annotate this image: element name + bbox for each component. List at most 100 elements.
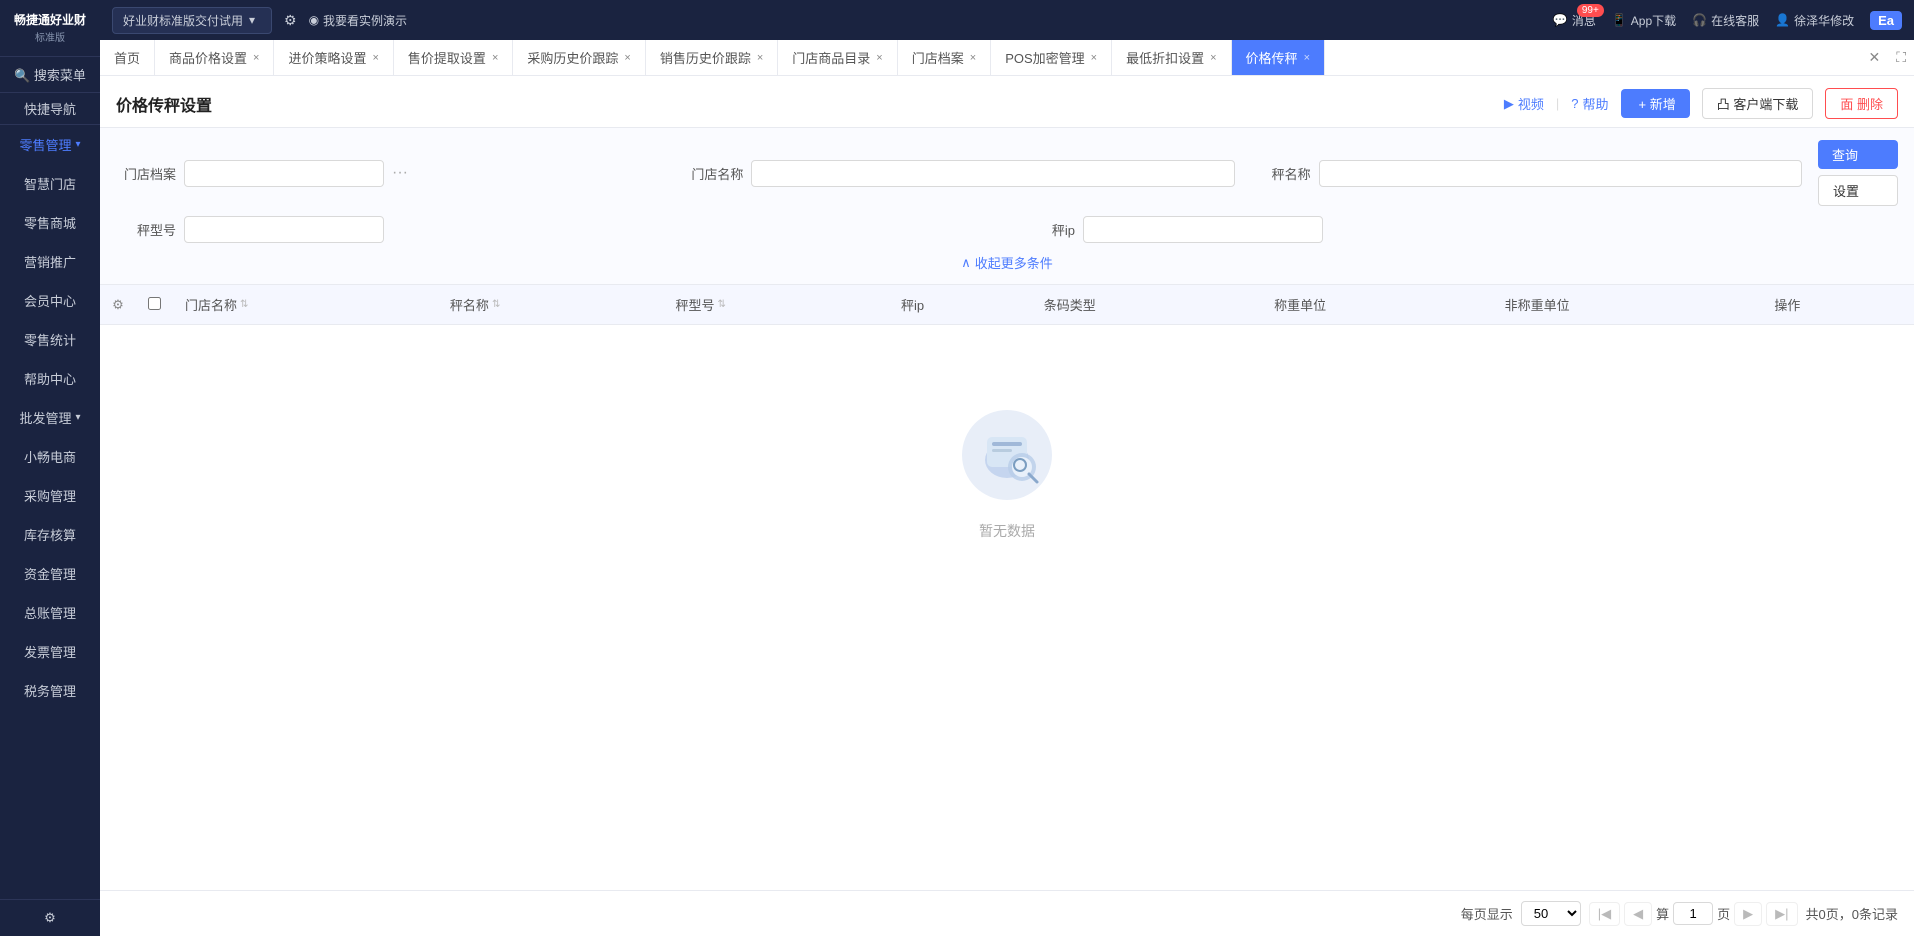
sidebar-item-5[interactable]: 零售统计: [0, 320, 100, 359]
sidebar-settings-btn[interactable]: ⚙: [0, 899, 100, 936]
collapse-btn[interactable]: ∧ 收起更多条件: [116, 253, 1898, 272]
tab-items: 首页商品价格设置×进价策略设置×售价提取设置×采购历史价跟踪×销售历史价跟踪×门…: [100, 40, 1860, 76]
tab-close-btn[interactable]: ×: [757, 52, 763, 64]
sidebar-item-12[interactable]: 总账管理: [0, 593, 100, 632]
tab-0[interactable]: 首页: [100, 40, 155, 76]
topbar-demo-btn[interactable]: ◉ 我要看实例演示: [309, 12, 408, 29]
topbar-settings-btn[interactable]: ⚙: [284, 12, 297, 29]
tab-9[interactable]: 最低折扣设置×: [1112, 40, 1231, 76]
tab-1[interactable]: 商品价格设置×: [155, 40, 274, 76]
scale-ip-input[interactable]: [1083, 216, 1323, 243]
tab-10[interactable]: 价格传秤×: [1232, 40, 1325, 76]
scale-ip-label: 秤ip: [1015, 220, 1075, 239]
tab-close-btn[interactable]: ×: [1091, 52, 1097, 64]
logo-title: 畅捷通好业财: [8, 12, 92, 29]
sidebar-item-6[interactable]: 帮助中心: [0, 359, 100, 398]
sidebar-item-11[interactable]: 资金管理: [0, 554, 100, 593]
sidebar-item-10[interactable]: 库存核算: [0, 515, 100, 554]
tab-label: 销售历史价跟踪: [660, 48, 751, 67]
more-options-icon[interactable]: ···: [392, 164, 408, 182]
page-input[interactable]: [1673, 902, 1713, 925]
filter-area: 门店档案 ··· 门店名称 秤名称 查询 设置: [100, 128, 1914, 285]
scale-model-input[interactable]: [184, 216, 384, 243]
user-name: 徐泽华修改: [1794, 12, 1854, 29]
search-button[interactable]: 查询: [1818, 140, 1898, 169]
table-settings-icon[interactable]: ⚙: [100, 285, 136, 325]
store-archive-input[interactable]: [184, 160, 384, 187]
tab-close-btn[interactable]: ×: [1304, 52, 1310, 64]
sidebar-item-3[interactable]: 营销推广: [0, 242, 100, 281]
sidebar-search[interactable]: 🔍 搜索菜单: [0, 57, 100, 93]
sort-store-name[interactable]: 门店名称 ⇅: [185, 295, 426, 314]
tab-close-btn[interactable]: ×: [970, 52, 976, 64]
tab-close-btn[interactable]: ×: [253, 52, 259, 64]
chevron-down-icon: ▾: [249, 13, 255, 27]
data-table: ⚙ 门店名称 ⇅ 秤名称: [100, 285, 1914, 325]
table-checkbox-all[interactable]: [136, 285, 173, 325]
add-button[interactable]: + 新增: [1621, 89, 1690, 118]
sidebar-item-13[interactable]: 发票管理: [0, 632, 100, 671]
th-scale-model-label: 秤型号: [675, 295, 714, 314]
tab-close-btn[interactable]: ×: [1210, 52, 1216, 64]
app-download-btn[interactable]: 📱 App下载: [1612, 12, 1676, 29]
pagination: |◀ ◀ 算 页 ▶ ▶|: [1589, 902, 1798, 926]
sidebar-item-9[interactable]: 采购管理: [0, 476, 100, 515]
sort-icon-store-name: ⇅: [240, 299, 248, 310]
empty-state: 暂无数据: [100, 325, 1914, 621]
per-page-select[interactable]: 50 10 20 100: [1521, 901, 1581, 926]
sidebar-item-8[interactable]: 小畅电商: [0, 437, 100, 476]
first-page-btn[interactable]: |◀: [1589, 902, 1620, 926]
download-client-button[interactable]: 凸 客户端下载: [1702, 88, 1814, 119]
tab-8[interactable]: POS加密管理×: [991, 40, 1112, 76]
select-all-checkbox[interactable]: [148, 297, 161, 310]
topbar-right: 💬 消息 99+ 📱 App下载 🎧 在线客服 👤 徐泽华修改 Ea: [1553, 11, 1902, 30]
sidebar-item-4[interactable]: 会员中心: [0, 281, 100, 320]
sort-scale-model[interactable]: 秤型号 ⇅: [675, 295, 877, 314]
sidebar-item-2[interactable]: 零售商城: [0, 203, 100, 242]
sort-scale-name[interactable]: 秤名称 ⇅: [450, 295, 652, 314]
user-btn[interactable]: 👤 徐泽华修改: [1775, 12, 1854, 29]
tab-label: 售价提取设置: [408, 48, 486, 67]
sidebar-item-7[interactable]: 批发管理 ▾: [0, 398, 100, 437]
tab-7[interactable]: 门店档案×: [898, 40, 991, 76]
delete-button[interactable]: 面 删除: [1825, 88, 1898, 119]
sidebar-item-label: 小畅电商: [24, 447, 76, 466]
th-scale-name-label: 秤名称: [450, 295, 489, 314]
scale-name-input[interactable]: [1319, 160, 1802, 187]
tab-close-btn[interactable]: ×: [372, 52, 378, 64]
sidebar-item-14[interactable]: 税务管理: [0, 671, 100, 710]
tab-2[interactable]: 进价策略设置×: [274, 40, 393, 76]
tab-close-btn[interactable]: ×: [876, 52, 882, 64]
tab-6[interactable]: 门店商品目录×: [778, 40, 897, 76]
online-service-btn[interactable]: 🎧 在线客服: [1692, 12, 1759, 29]
sidebar-quick-nav[interactable]: 快捷导航: [0, 93, 100, 125]
tab-close-btn[interactable]: ×: [492, 52, 498, 64]
prev-page-btn[interactable]: ◀: [1624, 902, 1652, 926]
sidebar-item-0[interactable]: 零售管理 ▾: [0, 125, 100, 164]
help-link[interactable]: ? 帮助: [1571, 94, 1608, 113]
settings-button[interactable]: 设置: [1818, 175, 1898, 206]
app-download-label: App下载: [1631, 12, 1676, 29]
chevron-icon: ▾: [75, 412, 80, 423]
tab-4[interactable]: 采购历史价跟踪×: [513, 40, 645, 76]
tab-close-btn[interactable]: ×: [624, 52, 630, 64]
chevron-icon: ▾: [75, 139, 80, 150]
video-link[interactable]: ▶ 视频: [1504, 94, 1544, 113]
last-page-btn[interactable]: ▶|: [1766, 902, 1797, 926]
page-header-actions: ▶ 视频 | ? 帮助 + 新增 凸 客户端下载 面 删除: [1504, 88, 1898, 119]
sidebar-item-1[interactable]: 智慧门店: [0, 164, 100, 203]
logo-version: 标准版: [8, 29, 92, 44]
th-store-name: 门店名称 ⇅: [173, 285, 438, 325]
filter-store-archive: 门店档案 ···: [116, 160, 667, 187]
tabbar-fullscreen-btn[interactable]: ⛶: [1888, 49, 1914, 66]
divider: |: [1556, 96, 1559, 111]
tab-5[interactable]: 销售历史价跟踪 ×: [646, 40, 778, 76]
version-selector[interactable]: 好业财标准版交付试用 ▾: [112, 7, 272, 34]
tabbar-expand-btn[interactable]: ✕: [1860, 49, 1888, 66]
messages-btn[interactable]: 💬 消息 99+: [1553, 12, 1596, 29]
tab-label: 首页: [114, 48, 140, 67]
user-avatar[interactable]: Ea: [1870, 11, 1902, 30]
next-page-btn[interactable]: ▶: [1734, 902, 1762, 926]
tab-3[interactable]: 售价提取设置 ×: [394, 40, 513, 76]
store-name-input[interactable]: [751, 160, 1234, 187]
